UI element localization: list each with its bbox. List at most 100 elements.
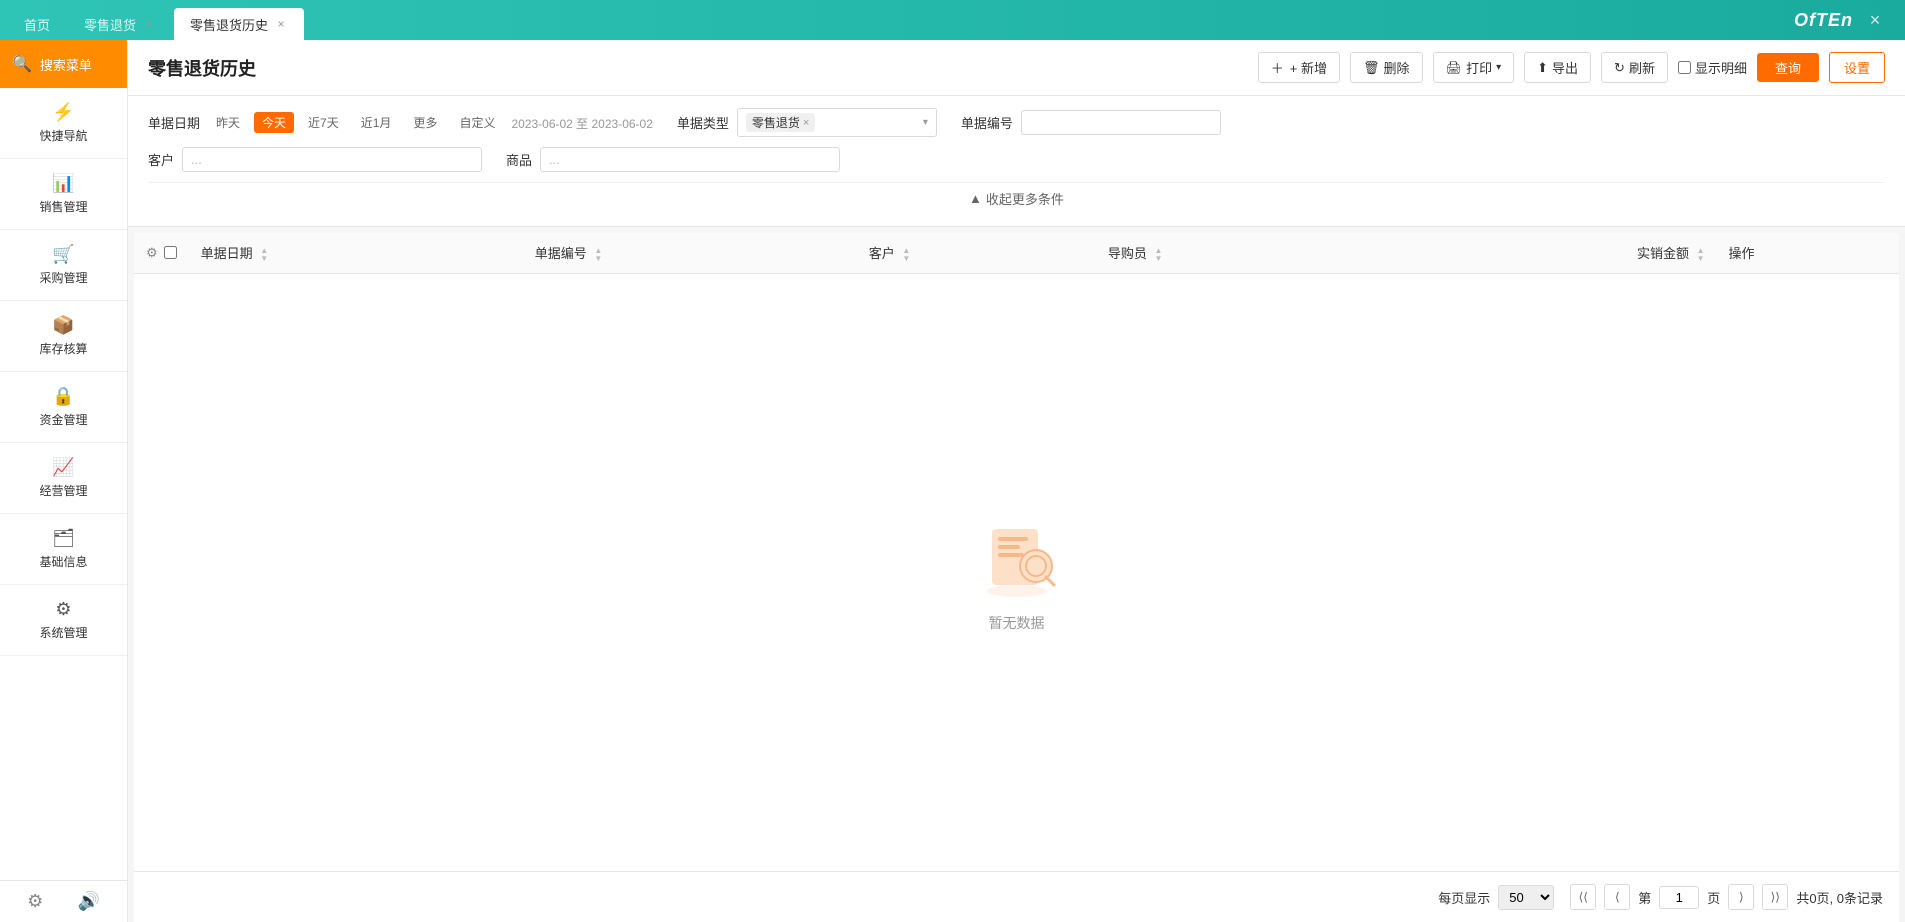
sort-amount-icon[interactable]: ▲▼ xyxy=(1697,247,1705,263)
customer-select[interactable]: ... xyxy=(182,147,482,172)
sort-guide-icon[interactable]: ▲▼ xyxy=(1155,247,1163,263)
sidebar-item-label: 库存核算 xyxy=(39,340,87,357)
header-actions: ＋ + 新增 🗑 删除 🖨 打印 ▾ ⬆ 导出 ↻ xyxy=(1258,52,1885,83)
show-detail-checkbox-label[interactable]: 显示明细 xyxy=(1678,58,1747,77)
col-date: 单据日期 ▲▼ xyxy=(189,233,523,273)
date-7days-btn[interactable]: 近7天 xyxy=(300,112,347,133)
bill-no-filter-item: 单据编号 xyxy=(961,110,1221,135)
top-bar: 首页 零售退货 × 零售退货历史 × OfTEn × xyxy=(0,0,1905,40)
new-button[interactable]: ＋ + 新增 xyxy=(1258,52,1340,83)
system-icon: ⚙ xyxy=(55,599,71,620)
content-area: 零售退货历史 ＋ + 新增 🗑 删除 🖨 打印 ▾ ⬆ 导出 xyxy=(128,40,1905,922)
sidebar-item-purchase[interactable]: 🛒 采购管理 xyxy=(0,230,127,301)
delete-button[interactable]: 🗑 删除 xyxy=(1350,52,1423,83)
tab-list: 首页 零售退货 × 零售退货历史 × xyxy=(8,0,1794,40)
prev-page-button[interactable]: ⟨ xyxy=(1604,884,1630,910)
collapse-label: 收起更多条件 xyxy=(986,189,1064,208)
sidebar-item-label: 经营管理 xyxy=(39,482,87,499)
filter-area: 单据日期 昨天 今天 近7天 近1月 更多 自定义 2023-06-02 至 2… xyxy=(128,96,1905,227)
delete-icon: 🗑 xyxy=(1363,60,1380,76)
date-filter: 昨天 今天 近7天 近1月 更多 自定义 xyxy=(208,112,503,133)
next-page-button[interactable]: ⟩ xyxy=(1728,884,1754,910)
col-amount: 实销金额 ▲▼ xyxy=(1382,233,1716,273)
export-button[interactable]: ⬆ 导出 xyxy=(1524,52,1591,83)
export-icon: ⬆ xyxy=(1537,60,1548,76)
basic-info-icon: 🗂 xyxy=(52,528,75,549)
customer-placeholder: ... xyxy=(191,152,202,167)
filter-row-1: 单据日期 昨天 今天 近7天 近1月 更多 自定义 2023-06-02 至 2… xyxy=(148,108,1885,137)
table-container: ⚙ 单据日期 ▲▼ 单据编号 ▲▼ xyxy=(134,233,1899,922)
sidebar-item-operations[interactable]: 📈 经营管理 xyxy=(0,443,127,514)
sidebar-item-finance[interactable]: 🔒 资金管理 xyxy=(0,372,127,443)
col-customer: 客户 ▲▼ xyxy=(857,233,1096,273)
empty-state: 暂无数据 xyxy=(134,274,1899,871)
search-icon: 🔍 xyxy=(12,54,32,74)
bill-type-label: 单据类型 xyxy=(677,113,729,132)
query-button[interactable]: 查询 xyxy=(1757,53,1819,82)
settings-col-icon[interactable]: ⚙ xyxy=(146,245,158,261)
tab-retail-return[interactable]: 零售退货 × xyxy=(68,8,172,40)
date-more-btn[interactable]: 更多 xyxy=(405,112,445,133)
date-yesterday-btn[interactable]: 昨天 xyxy=(208,112,248,133)
sidebar-bottom: ⚙ 🔊 xyxy=(0,880,127,922)
goods-filter-item: 商品 ... xyxy=(506,147,840,172)
sort-date-icon[interactable]: ▲▼ xyxy=(260,247,268,263)
sidebar-item-label: 资金管理 xyxy=(39,411,87,428)
quick-nav-icon: ⚡ xyxy=(52,102,74,123)
operations-icon: 📈 xyxy=(52,457,74,478)
col-ops: 操作 xyxy=(1717,233,1899,273)
sidebar-item-label: 快捷导航 xyxy=(39,127,87,144)
sort-customer-icon[interactable]: ▲▼ xyxy=(902,247,910,263)
bill-no-input[interactable] xyxy=(1021,110,1221,135)
collapse-bar[interactable]: ▲ 收起更多条件 xyxy=(148,182,1885,214)
select-all-checkbox[interactable] xyxy=(164,246,177,259)
page-header: 零售退货历史 ＋ + 新增 🗑 删除 🖨 打印 ▾ ⬆ 导出 xyxy=(128,40,1905,96)
date-custom-btn[interactable]: 自定义 xyxy=(451,112,503,133)
bill-type-select[interactable]: 零售退货 × ▾ xyxy=(737,108,937,137)
tab-home[interactable]: 首页 xyxy=(8,8,66,40)
per-page-label: 每页显示 xyxy=(1438,888,1490,907)
bill-type-tag-close[interactable]: × xyxy=(803,117,809,129)
show-detail-checkbox[interactable] xyxy=(1678,61,1691,74)
sidebar-search[interactable]: 🔍 搜索菜单 xyxy=(0,40,127,88)
sidebar-item-label: 基础信息 xyxy=(39,553,87,570)
sidebar-item-label: 采购管理 xyxy=(39,269,87,286)
goods-select[interactable]: ... xyxy=(540,147,840,172)
sales-icon: 📊 xyxy=(52,173,74,194)
sort-no-icon[interactable]: ▲▼ xyxy=(594,247,602,263)
sidebar-item-system[interactable]: ⚙ 系统管理 xyxy=(0,585,127,656)
sidebar-item-label: 系统管理 xyxy=(39,624,87,641)
tab-retail-return-history[interactable]: 零售退货历史 × xyxy=(174,8,304,40)
date-range-display: 2023-06-02 至 2023-06-02 xyxy=(511,115,652,132)
window-close-button[interactable]: × xyxy=(1861,6,1889,34)
date-filter-label: 单据日期 xyxy=(148,113,200,132)
finance-icon: 🔒 xyxy=(52,386,74,407)
per-page-select[interactable]: 50 10 20 100 xyxy=(1498,885,1554,910)
sidebar-item-quick-nav[interactable]: ⚡ 快捷导航 xyxy=(0,88,127,159)
bill-type-tag: 零售退货 × xyxy=(746,113,815,132)
last-page-button[interactable]: ⟩⟩ xyxy=(1762,884,1788,910)
print-button[interactable]: 🖨 打印 ▾ xyxy=(1433,52,1515,83)
sidebar-item-basic-info[interactable]: 🗂 基础信息 xyxy=(0,514,127,585)
date-filter-item: 单据日期 昨天 今天 近7天 近1月 更多 自定义 2023-06-02 至 2… xyxy=(148,112,653,133)
page-label: 第 xyxy=(1638,888,1651,907)
plus-icon: ＋ xyxy=(1271,58,1284,77)
first-page-button[interactable]: ⟨⟨ xyxy=(1570,884,1596,910)
top-bar-right: OfTEn × xyxy=(1794,6,1905,34)
refresh-button[interactable]: ↻ 刷新 xyxy=(1601,52,1668,83)
volume-icon[interactable]: 🔊 xyxy=(77,891,99,912)
date-1month-btn[interactable]: 近1月 xyxy=(353,112,400,133)
goods-label: 商品 xyxy=(506,150,532,169)
tab-retail-return-close[interactable]: × xyxy=(142,17,156,31)
page-number-input[interactable] xyxy=(1659,886,1699,909)
setting-button[interactable]: 设置 xyxy=(1829,52,1885,83)
data-table: ⚙ 单据日期 ▲▼ 单据编号 ▲▼ xyxy=(134,233,1899,274)
settings-gear-icon[interactable]: ⚙ xyxy=(27,891,43,912)
tab-retail-return-history-close[interactable]: × xyxy=(274,17,288,31)
date-today-btn[interactable]: 今天 xyxy=(254,112,294,133)
sidebar: 🔍 搜索菜单 ⚡ 快捷导航 📊 销售管理 🛒 采购管理 📦 库存核算 🔒 资金管… xyxy=(0,40,128,922)
brand-logo: OfTEn xyxy=(1794,10,1853,31)
sidebar-item-inventory[interactable]: 📦 库存核算 xyxy=(0,301,127,372)
sidebar-item-sales[interactable]: 📊 销售管理 xyxy=(0,159,127,230)
col-guide: 导购员 ▲▼ xyxy=(1096,233,1383,273)
